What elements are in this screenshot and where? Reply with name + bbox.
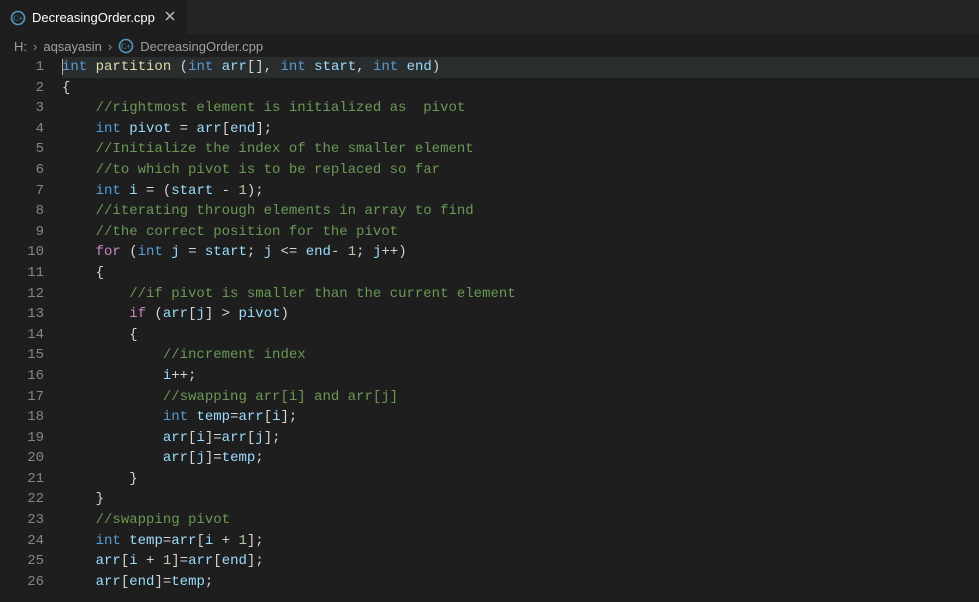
line-number: 11 <box>0 263 44 284</box>
crumb-file[interactable]: C+ DecreasingOrder.cpp <box>118 38 263 54</box>
crumb-root[interactable]: H: <box>14 39 27 54</box>
line-number: 9 <box>0 222 44 243</box>
breadcrumb[interactable]: H: › aqsayasin › C+ DecreasingOrder.cpp <box>0 35 979 57</box>
line-number: 15 <box>0 345 44 366</box>
code-text[interactable]: int partition (int arr[], int start, int… <box>62 57 979 592</box>
crumb-filename: DecreasingOrder.cpp <box>140 39 263 54</box>
line-number: 21 <box>0 469 44 490</box>
line-number: 17 <box>0 387 44 408</box>
tab-bar: C+ DecreasingOrder.cpp <box>0 0 979 35</box>
crumb-folder[interactable]: aqsayasin <box>43 39 102 54</box>
cpp-icon: C+ <box>118 38 134 54</box>
tab-active[interactable]: C+ DecreasingOrder.cpp <box>0 0 187 35</box>
chevron-right-icon: › <box>33 39 37 54</box>
cpp-icon: C+ <box>10 10 26 26</box>
line-number: 5 <box>0 139 44 160</box>
line-number: 4 <box>0 119 44 140</box>
line-number: 1 <box>0 57 44 78</box>
close-icon[interactable] <box>163 9 177 26</box>
line-number: 2 <box>0 78 44 99</box>
line-number: 23 <box>0 510 44 531</box>
line-number: 7 <box>0 181 44 202</box>
line-number-gutter: 1234567891011121314151617181920212223242… <box>0 57 62 602</box>
line-number: 16 <box>0 366 44 387</box>
code-area[interactable]: int partition (int arr[], int start, int… <box>62 57 979 602</box>
editor: 1234567891011121314151617181920212223242… <box>0 57 979 602</box>
line-number: 19 <box>0 428 44 449</box>
line-number: 14 <box>0 325 44 346</box>
line-number: 10 <box>0 242 44 263</box>
line-number: 13 <box>0 304 44 325</box>
line-number: 6 <box>0 160 44 181</box>
line-number: 3 <box>0 98 44 119</box>
chevron-right-icon: › <box>108 39 112 54</box>
line-number: 8 <box>0 201 44 222</box>
svg-text:C+: C+ <box>121 42 131 51</box>
line-number: 26 <box>0 572 44 593</box>
line-number: 12 <box>0 284 44 305</box>
line-number: 20 <box>0 448 44 469</box>
svg-text:C+: C+ <box>13 14 23 23</box>
line-number: 18 <box>0 407 44 428</box>
line-number: 22 <box>0 489 44 510</box>
line-number: 24 <box>0 531 44 552</box>
tab-filename: DecreasingOrder.cpp <box>32 10 155 25</box>
line-number: 25 <box>0 551 44 572</box>
